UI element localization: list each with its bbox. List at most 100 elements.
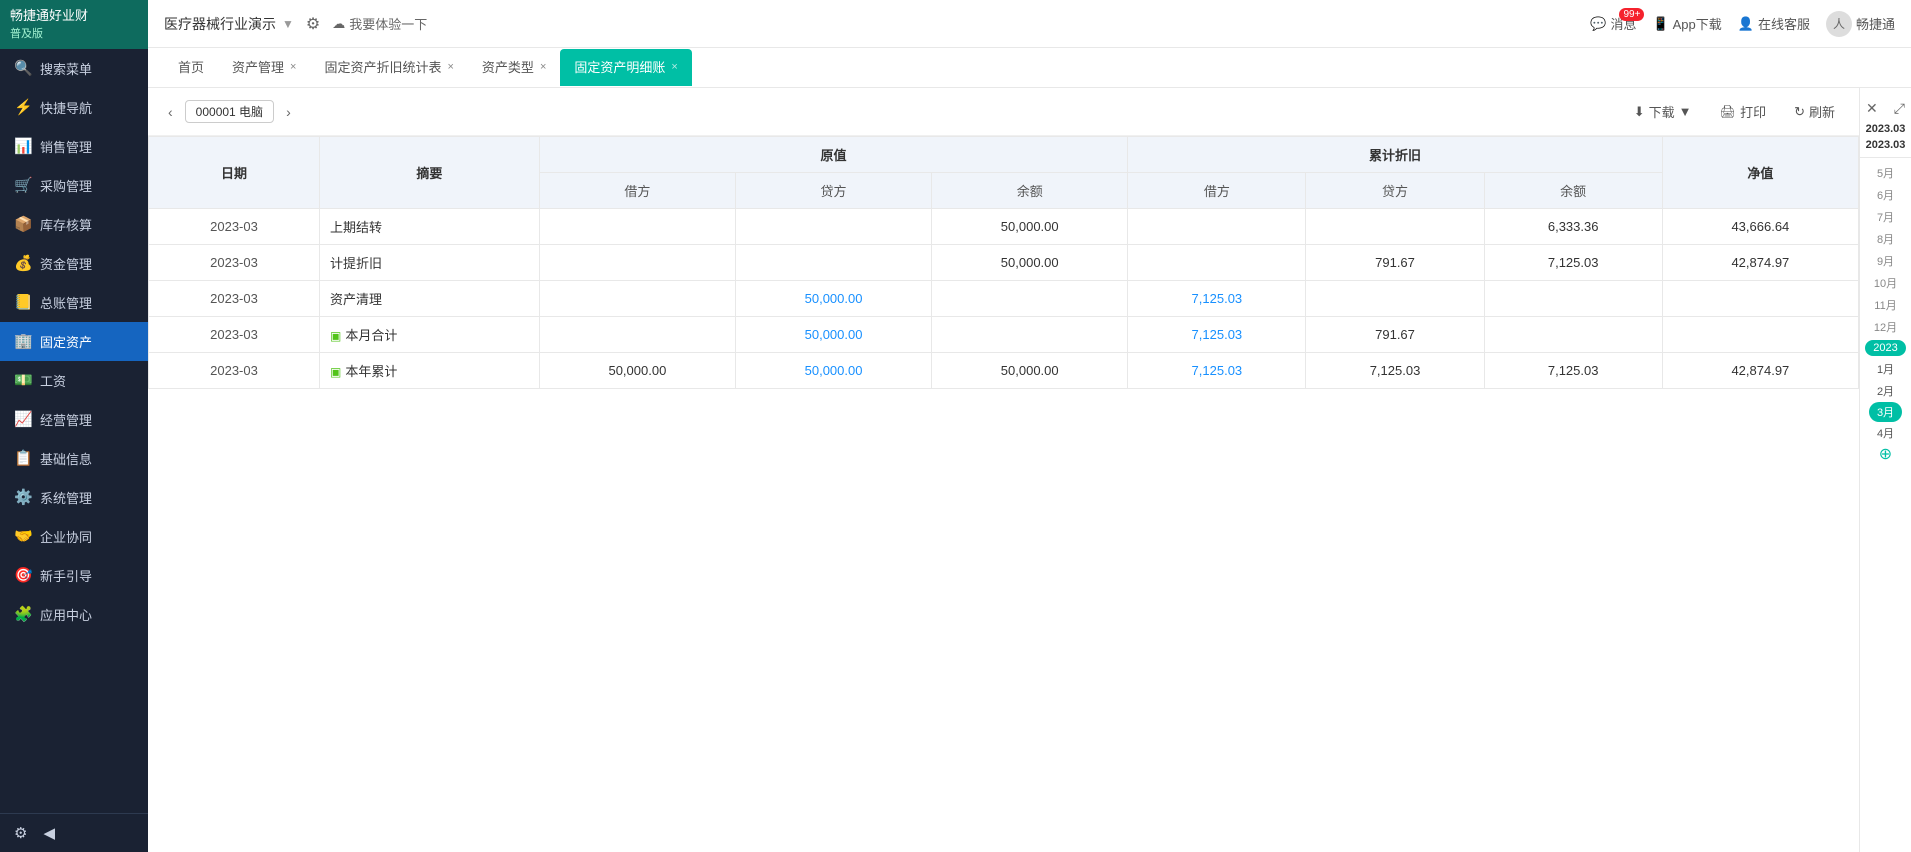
messages-btn[interactable]: 💬 消息 99+ xyxy=(1590,14,1636,33)
collapse-icon[interactable]: ◀ xyxy=(43,824,55,842)
close-tab-asset-mgmt-icon[interactable]: × xyxy=(290,61,296,73)
timeline-month-6[interactable]: 6月 xyxy=(1877,184,1894,206)
timeline-down-arrow-icon[interactable]: ⊕ xyxy=(1879,444,1892,464)
timeline-top-controls: ✕ ⤢ xyxy=(1860,96,1911,121)
sidebar-item-capital[interactable]: 💰 资金管理 xyxy=(0,244,148,283)
tab-asset-mgmt[interactable]: 资产管理 × xyxy=(218,49,310,86)
cell-dep-balance xyxy=(1484,317,1662,353)
summary-icon: ▣ xyxy=(330,329,341,343)
sidebar-item-guide[interactable]: 🎯 新手引导 xyxy=(0,556,148,595)
settings-gear-icon[interactable]: ⚙ xyxy=(306,14,320,34)
target-icon: 🎯 xyxy=(14,566,32,584)
cell-summary: 计提折旧 xyxy=(319,245,539,281)
toolbar-right: ⬇ 下载 ▼ 🖨 打印 ↻ 刷新 xyxy=(1626,98,1843,125)
online-service-btn[interactable]: 👤 在线客服 xyxy=(1738,14,1810,33)
app-download-btn[interactable]: 📱 App下载 xyxy=(1652,14,1721,33)
refresh-icon: ↻ xyxy=(1794,104,1805,120)
print-btn[interactable]: 🖨 打印 xyxy=(1712,98,1775,125)
timeline-month-7[interactable]: 7月 xyxy=(1877,206,1894,228)
sidebar-item-ops[interactable]: 📈 经营管理 xyxy=(0,400,148,439)
handshake-icon: 🤝 xyxy=(14,527,32,545)
cell-orig-balance: 50,000.00 xyxy=(932,353,1128,389)
timeline-month-5[interactable]: 5月 xyxy=(1877,162,1894,184)
data-table: 日期 摘要 原值 累计折旧 净值 借方 贷方 余额 借方 贷方 余额 xyxy=(148,136,1859,389)
cell-orig-debit xyxy=(539,209,735,245)
dropdown-arrow-icon[interactable]: ▼ xyxy=(282,17,294,31)
sidebar-footer: ⚙ ◀ xyxy=(0,813,148,852)
col-orig-credit: 贷方 xyxy=(735,173,931,209)
close-tab-depreciation-stat-icon[interactable]: × xyxy=(447,61,453,73)
user-menu-btn[interactable]: 人 畅捷通 xyxy=(1826,11,1895,37)
cell-orig-debit xyxy=(539,245,735,281)
sidebar-item-salary[interactable]: 💵 工资 xyxy=(0,361,148,400)
sidebar-item-label: 库存核算 xyxy=(40,215,92,234)
col-dep-balance: 余额 xyxy=(1484,173,1662,209)
trend-icon: 📈 xyxy=(14,410,32,428)
timeline-month-8[interactable]: 8月 xyxy=(1877,228,1894,250)
close-timeline-icon[interactable]: ✕ xyxy=(1866,100,1878,117)
cell-dep-balance: 7,125.03 xyxy=(1484,353,1662,389)
apps-icon: 🧩 xyxy=(14,605,32,623)
cell-dep-credit xyxy=(1306,281,1484,317)
table-toolbar: ‹ 000001 电脑 › ⬇ 下载 ▼ 🖨 打印 ↻ 刷新 xyxy=(148,88,1859,136)
close-tab-asset-type-icon[interactable]: × xyxy=(540,61,546,73)
timeline-month-9[interactable]: 9月 xyxy=(1877,250,1894,272)
download-icon: 📱 xyxy=(1652,16,1668,32)
cell-dep-balance: 6,333.36 xyxy=(1484,209,1662,245)
sidebar-item-sysadmin[interactable]: ⚙️ 系统管理 xyxy=(0,478,148,517)
sidebar-item-purchase[interactable]: 🛒 采购管理 xyxy=(0,166,148,205)
sidebar-nav: 🔍 搜索菜单 ⚡ 快捷导航 📊 销售管理 🛒 采购管理 📦 库存核算 💰 资金管… xyxy=(0,49,148,813)
refresh-label: 刷新 xyxy=(1809,102,1835,121)
cell-dep-debit xyxy=(1128,209,1306,245)
next-asset-btn[interactable]: › xyxy=(282,102,295,122)
cell-summary: ▣本月合计 xyxy=(319,317,539,353)
sidebar-item-search[interactable]: 🔍 搜索菜单 xyxy=(0,49,148,88)
tab-depreciation-stat[interactable]: 固定资产折旧统计表 × xyxy=(310,49,467,86)
building-icon: 🏢 xyxy=(14,332,32,350)
chart-icon: 📊 xyxy=(14,137,32,155)
timeline-year-2023-badge[interactable]: 2023 xyxy=(1865,340,1905,356)
timeline-month-4[interactable]: 4月 xyxy=(1877,422,1894,444)
settings-icon[interactable]: ⚙ xyxy=(14,824,27,842)
tab-asset-detail[interactable]: 固定资产明细账 × xyxy=(560,49,691,86)
sidebar-item-fixedasset[interactable]: 🏢 固定资产 xyxy=(0,322,148,361)
topbar-right: 💬 消息 99+ 📱 App下载 👤 在线客服 人 畅捷通 xyxy=(1590,11,1895,37)
sidebar-item-baseinfo[interactable]: 📋 基础信息 xyxy=(0,439,148,478)
timeline-panel: ✕ ⤢ 2023.03 2023.03 5月 6月 7月 8月 9月 10月 1… xyxy=(1859,88,1911,852)
tab-asset-detail-label: 固定资产明细账 xyxy=(574,57,665,76)
sidebar-item-inventory[interactable]: 📦 库存核算 xyxy=(0,205,148,244)
timeline-month-12[interactable]: 12月 xyxy=(1874,316,1897,338)
asset-tag: 000001 电脑 xyxy=(185,100,274,123)
cell-summary: 资产清理 xyxy=(319,281,539,317)
timeline-month-11[interactable]: 11月 xyxy=(1874,294,1896,316)
sidebar-header: 畅捷通好业财 普及版 xyxy=(0,0,148,49)
cell-dep-credit xyxy=(1306,209,1484,245)
expand-timeline-icon[interactable]: ⤢ xyxy=(1894,100,1905,117)
sidebar-item-appcenter[interactable]: 🧩 应用中心 xyxy=(0,595,148,634)
timeline-month-2[interactable]: 2月 xyxy=(1877,380,1894,402)
timeline-month-1[interactable]: 1月 xyxy=(1877,358,1894,380)
download-btn[interactable]: ⬇ 下载 ▼ xyxy=(1626,98,1700,125)
sidebar-item-collab[interactable]: 🤝 企业协同 xyxy=(0,517,148,556)
col-dep-credit: 贷方 xyxy=(1306,173,1484,209)
sidebar-item-quicknav[interactable]: ⚡ 快捷导航 xyxy=(0,88,148,127)
refresh-btn[interactable]: ↻ 刷新 xyxy=(1786,98,1843,125)
close-tab-asset-detail-icon[interactable]: × xyxy=(671,61,677,73)
cell-dep-debit xyxy=(1128,245,1306,281)
prev-asset-btn[interactable]: ‹ xyxy=(164,102,177,122)
sidebar-item-sales[interactable]: 📊 销售管理 xyxy=(0,127,148,166)
ledger-icon: 📒 xyxy=(14,293,32,311)
timeline-month-3-active[interactable]: 3月 xyxy=(1869,402,1902,422)
cell-orig-balance xyxy=(932,317,1128,353)
message-icon: 💬 xyxy=(1590,16,1606,32)
experience-label: 我要体验一下 xyxy=(349,14,427,33)
cell-dep-debit: 7,125.03 xyxy=(1128,317,1306,353)
col-net-value: 净值 xyxy=(1662,137,1858,209)
tab-home[interactable]: 首页 xyxy=(164,49,218,86)
timeline-month-10[interactable]: 10月 xyxy=(1874,272,1897,294)
experience-btn[interactable]: ☁ 我要体验一下 xyxy=(332,14,427,33)
tab-asset-type[interactable]: 资产类型 × xyxy=(468,49,560,86)
sidebar-item-ledger[interactable]: 📒 总账管理 xyxy=(0,283,148,322)
cell-net-value: 42,874.97 xyxy=(1662,353,1858,389)
sidebar-item-label: 企业协同 xyxy=(40,527,92,546)
